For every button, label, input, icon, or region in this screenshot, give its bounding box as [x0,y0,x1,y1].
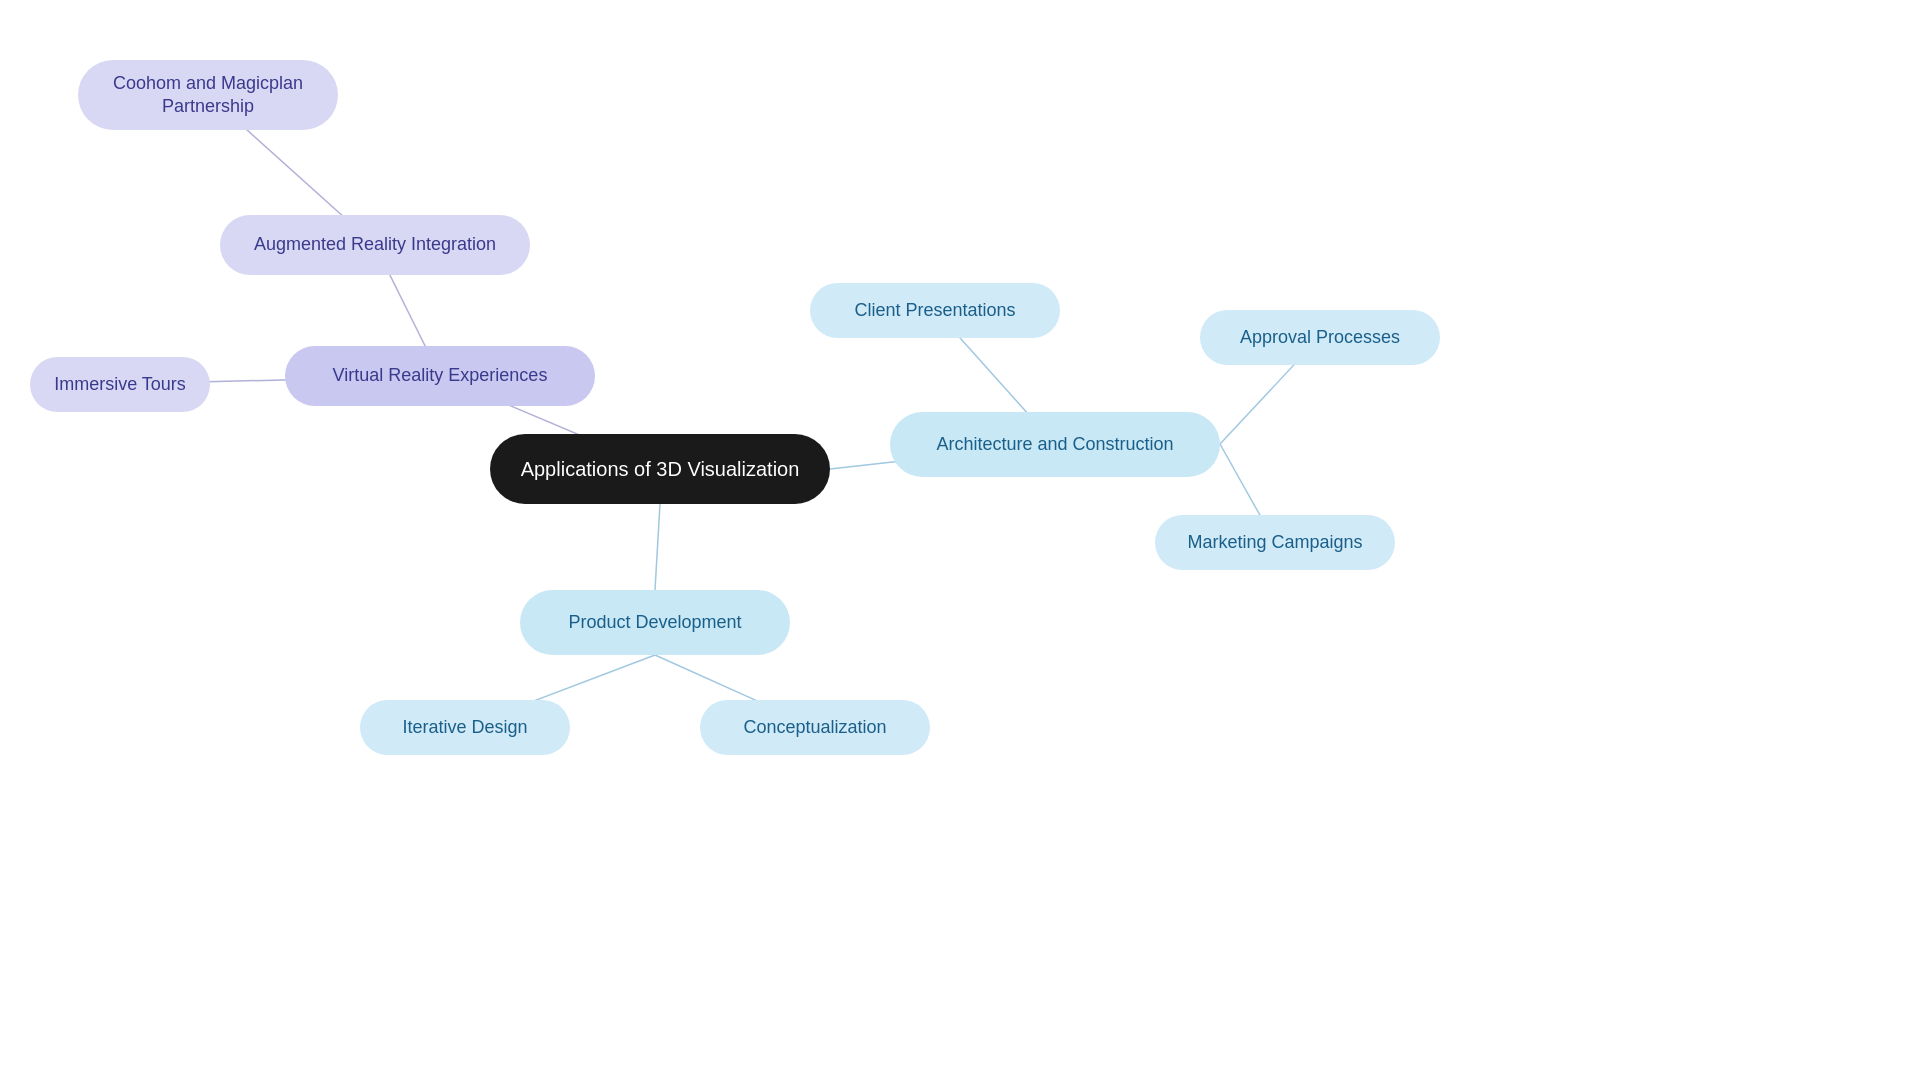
concept-label: Conceptualization [743,716,886,739]
svg-line-8 [655,504,660,590]
marketing-label: Marketing Campaigns [1187,531,1362,554]
marketing-node: Marketing Campaigns [1155,515,1395,570]
approval-label: Approval Processes [1240,326,1400,349]
iterative-node: Iterative Design [360,700,570,755]
connections-svg [0,0,1920,1083]
immersive-label: Immersive Tours [54,373,186,396]
iterative-label: Iterative Design [402,716,527,739]
center-node: Applications of 3D Visualization [490,434,830,504]
concept-node: Conceptualization [700,700,930,755]
ar-node: Augmented Reality Integration [220,215,530,275]
coohom-node: Coohom and Magicplan Partnership [78,60,338,130]
arch-node: Architecture and Construction [890,412,1220,477]
vr-label: Virtual Reality Experiences [333,364,548,387]
immersive-node: Immersive Tours [30,357,210,412]
client-node: Client Presentations [810,283,1060,338]
arch-label: Architecture and Construction [936,433,1173,456]
approval-node: Approval Processes [1200,310,1440,365]
client-label: Client Presentations [854,299,1015,322]
center-label: Applications of 3D Visualization [521,456,800,482]
vr-node: Virtual Reality Experiences [285,346,595,406]
product-label: Product Development [568,611,741,634]
coohom-label: Coohom and Magicplan Partnership [102,72,314,119]
mind-map: Applications of 3D Visualization Virtual… [0,0,1920,1083]
product-node: Product Development [520,590,790,655]
ar-label: Augmented Reality Integration [254,233,496,256]
